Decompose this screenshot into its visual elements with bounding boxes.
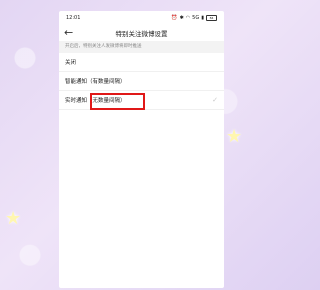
checkmark-icon: ✓ — [212, 96, 218, 104]
status-time: 12:01 — [66, 14, 81, 21]
back-arrow-icon[interactable]: ← — [64, 26, 73, 39]
settings-description: 开启后，特别关注人发微博将即时推送 — [59, 41, 224, 53]
network-label: 5G — [192, 14, 200, 21]
bluetooth-icon: ✱ — [179, 14, 184, 21]
wifi-icon: ◠ — [185, 14, 191, 21]
option-smart-notify[interactable]: 智能通知（有数量间隔） — [59, 72, 224, 91]
status-bar: 12:01 ⏰ ✱ ◠ 5G ▮ 84 — [59, 11, 224, 24]
highlight-annotation — [90, 93, 145, 110]
status-icons: ⏰ ✱ ◠ 5G ▮ 84 — [171, 14, 217, 21]
star-icon: ★ — [226, 126, 243, 147]
signal-icon: ▮ — [201, 14, 204, 21]
star-icon: ★ — [5, 208, 22, 229]
phone-screen: 12:01 ⏰ ✱ ◠ 5G ▮ 84 ← 特别关注微博设置 开启后，特别关注人… — [59, 11, 224, 288]
option-off[interactable]: 关闭 — [59, 53, 224, 72]
option-label: 关闭 — [65, 60, 77, 66]
alarm-icon: ⏰ — [171, 14, 178, 21]
battery-icon: 84 — [206, 14, 217, 21]
option-label: 智能通知（有数量间隔） — [65, 79, 126, 85]
nav-bar: ← 特别关注微博设置 — [59, 24, 224, 41]
page-title: 特别关注微博设置 — [115, 29, 168, 38]
